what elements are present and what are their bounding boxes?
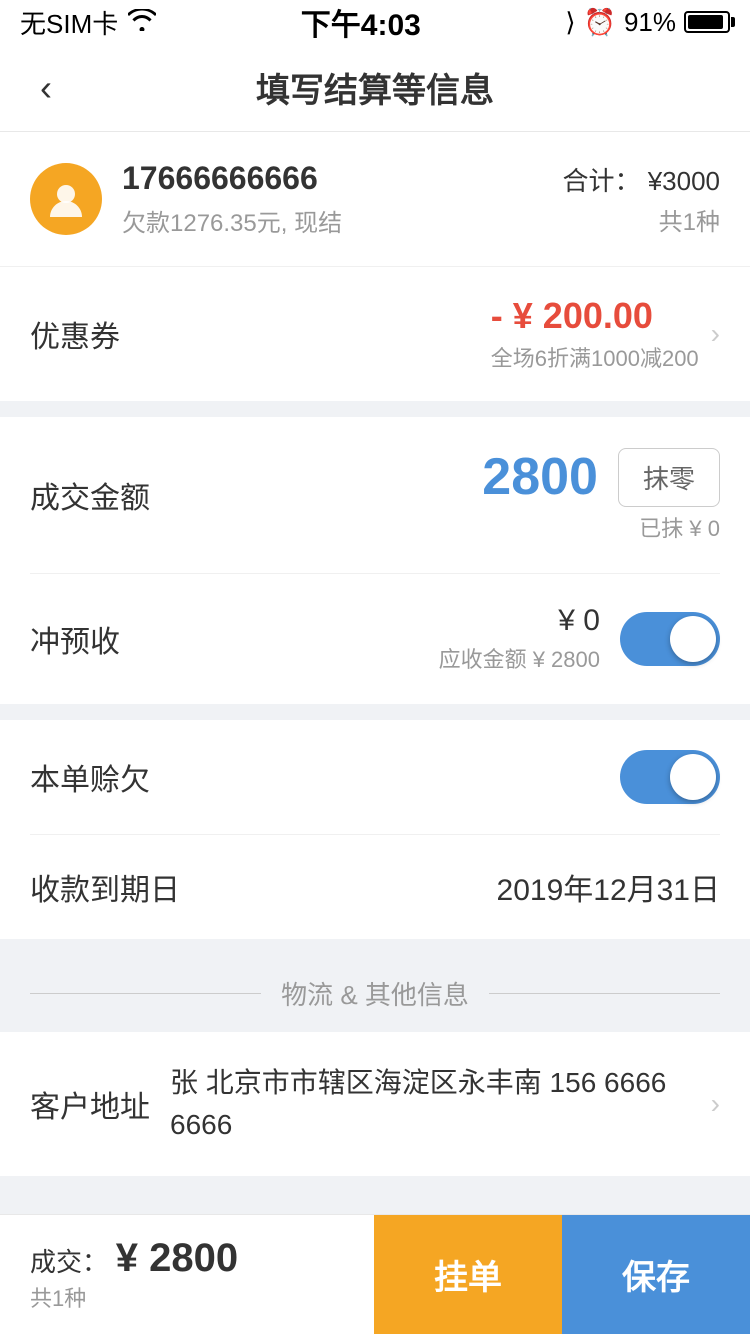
total-amount: ¥3000	[648, 166, 720, 196]
main-content: 17666666666 欠款1276.35元, 现结 合计： ¥3000 共1种…	[0, 132, 750, 1312]
prepay-toggle[interactable]	[620, 612, 720, 666]
bottom-bar: 成交： ¥ 2800 共1种 挂单 保存	[0, 1214, 750, 1334]
status-left: 无SIM卡	[20, 4, 156, 41]
avatar	[30, 163, 102, 235]
credit-debt-label: 本单赊欠	[30, 755, 150, 799]
logistics-label: 物流 & 其他信息	[261, 975, 489, 1012]
coupon-desc: 全场6折满1000减200	[491, 341, 699, 373]
status-right: ⟩ ⏰ 91%	[565, 7, 730, 38]
credit-toggle-knob	[670, 754, 716, 800]
prepay-row: 冲预收 ¥ 0 应收金额 ¥ 2800	[30, 574, 720, 704]
deal-section: 成交金额 2800 抹零 已抹 ¥ 0 冲预收 ¥ 0 应收金额 ¥ 2800	[0, 417, 750, 704]
customer-phone: 17666666666	[122, 160, 342, 197]
wifi-icon	[128, 7, 156, 38]
due-date-label: 收款到期日	[30, 865, 180, 909]
total-count: 共1种	[562, 202, 720, 237]
round-zero-button[interactable]: 抹零	[618, 448, 720, 507]
bottom-summary: 成交： ¥ 2800 共1种	[0, 1215, 374, 1334]
coupon-label: 优惠券	[30, 312, 120, 356]
sim-status: 无SIM卡	[20, 4, 118, 41]
coupon-row[interactable]: 优惠券 - ¥ 200.00 全场6折满1000减200 ›	[0, 266, 750, 401]
credit-debt-row: 本单赊欠	[30, 720, 720, 835]
status-time: 下午4:03	[301, 0, 421, 44]
address-value: 张 北京市市辖区海淀区永丰南 156 6666 6666	[170, 1062, 711, 1146]
prepay-amount: ¥ 0	[439, 604, 600, 638]
customer-card: 17666666666 欠款1276.35元, 现结 合计： ¥3000 共1种…	[0, 132, 750, 401]
due-date-row: 收款到期日 2019年12月31日	[30, 835, 720, 939]
deal-amount-value: 2800	[482, 447, 598, 507]
address-chevron-icon: ›	[711, 1088, 720, 1120]
battery-icon	[684, 11, 730, 33]
alarm-icon: ⏰	[584, 7, 616, 38]
prepay-sub: 应收金额 ¥ 2800	[439, 642, 600, 674]
total-label: 合计： ¥3000	[562, 161, 720, 198]
customer-row: 17666666666 欠款1276.35元, 现结 合计： ¥3000 共1种	[0, 132, 750, 266]
status-bar: 无SIM卡 下午4:03 ⟩ ⏰ 91%	[0, 0, 750, 44]
due-date-value: 2019年12月31日	[497, 865, 720, 909]
coupon-chevron-icon: ›	[711, 318, 720, 350]
nav-bar: ‹ 填写结算等信息	[0, 44, 750, 132]
deal-amount-label: 成交金额	[30, 473, 150, 517]
customer-subtext: 欠款1276.35元, 现结	[122, 203, 342, 238]
deal-amount-row: 成交金额 2800 抹零 已抹 ¥ 0	[30, 417, 720, 574]
credit-debt-toggle[interactable]	[620, 750, 720, 804]
save-button[interactable]: 保存	[562, 1215, 750, 1334]
bottom-deal-amount: ¥ 2800	[116, 1236, 238, 1280]
address-row[interactable]: 客户地址 张 北京市市辖区海淀区永丰南 156 6666 6666 ›	[30, 1032, 720, 1176]
bottom-count: 共1种	[30, 1281, 344, 1313]
toggle-knob	[670, 616, 716, 662]
address-label: 客户地址	[30, 1082, 150, 1126]
address-section: 客户地址 张 北京市市辖区海淀区永丰南 156 6666 6666 ›	[0, 1032, 750, 1176]
coupon-amount: - ¥ 200.00	[491, 295, 699, 337]
prepay-label: 冲预收	[30, 617, 120, 661]
battery-percent: 91%	[624, 7, 676, 38]
deal-sub-text: 已抹 ¥ 0	[482, 511, 720, 543]
back-button[interactable]: ‹	[30, 57, 62, 119]
hang-button[interactable]: 挂单	[374, 1215, 562, 1334]
location-icon: ⟩	[565, 7, 575, 38]
page-title: 填写结算等信息	[256, 63, 494, 112]
bottom-deal-label: 成交：	[30, 1247, 108, 1277]
credit-debt-section: 本单赊欠 收款到期日 2019年12月31日	[0, 720, 750, 939]
logistics-divider: 物流 & 其他信息	[0, 955, 750, 1032]
